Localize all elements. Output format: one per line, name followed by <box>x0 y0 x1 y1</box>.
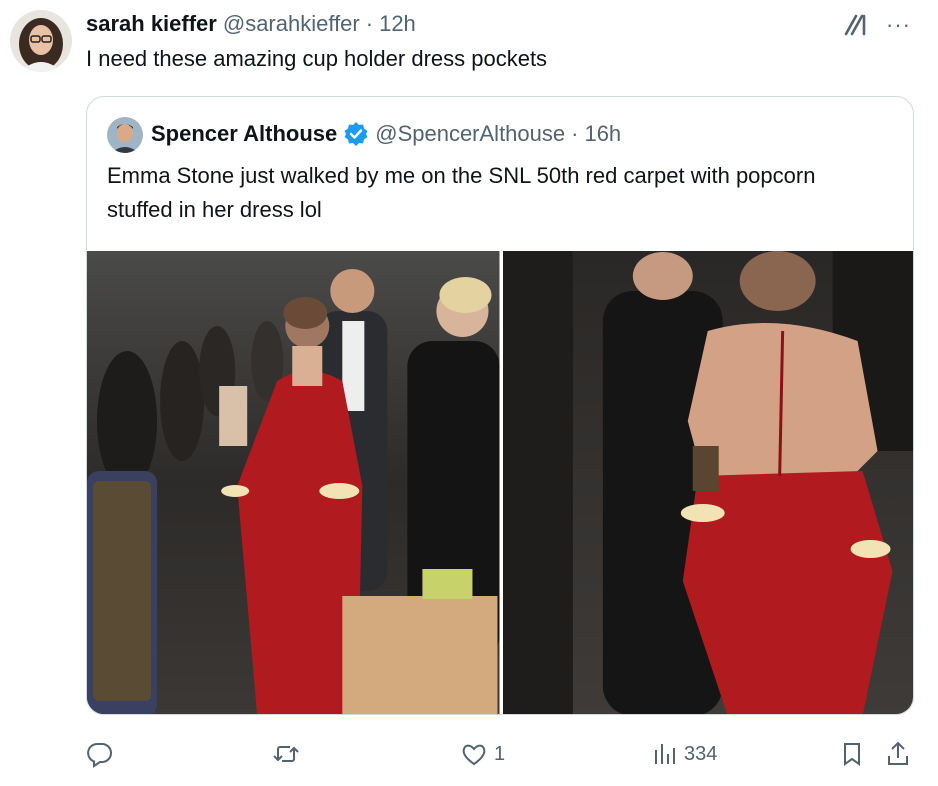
more-icon[interactable]: ··· <box>886 12 911 38</box>
quoted-author-handle[interactable]: @SpencerAlthouse <box>375 121 565 147</box>
tweet-text: I need these amazing cup holder dress po… <box>86 46 548 71</box>
quoted-tweet-text: Emma Stone just walked by me on the SNL … <box>107 163 816 222</box>
reply-button[interactable] <box>86 736 120 772</box>
verified-badge-icon <box>344 122 368 146</box>
photo-1[interactable] <box>87 251 500 714</box>
author-name[interactable]: sarah kieffer <box>86 11 217 37</box>
reply-icon <box>87 742 112 768</box>
like-count: 1 <box>494 742 506 765</box>
share-button[interactable] <box>884 736 912 772</box>
quoted-author-name[interactable]: Spencer Althouse <box>151 121 337 147</box>
bookmark-icon <box>844 743 860 766</box>
tweet-header: sarah kieffer @sarahkieffer · 12h <box>86 10 416 38</box>
action-bar: 1 334 <box>86 736 914 772</box>
photo-2[interactable] <box>502 251 913 714</box>
tweet-time[interactable]: 12h <box>379 11 416 37</box>
retweet-icon <box>273 746 299 762</box>
separator-dot: · <box>571 121 579 146</box>
author-avatar[interactable] <box>10 10 72 72</box>
bookmark-button[interactable] <box>838 736 866 772</box>
separator-dot: · <box>365 11 374 36</box>
view-count: 334 <box>684 742 718 765</box>
quoted-tweet-header: Spencer Althouse @SpencerAlthouse · 16h <box>151 119 621 149</box>
quoted-tweet-time[interactable]: 16h <box>584 121 621 147</box>
quoted-tweet[interactable]: Spencer Althouse @SpencerAlthouse · 16h … <box>86 96 914 715</box>
retweet-button[interactable] <box>272 736 306 772</box>
like-button[interactable]: 1 <box>460 736 505 772</box>
heart-icon <box>462 744 486 766</box>
views-icon <box>655 744 675 764</box>
quoted-author-avatar[interactable] <box>107 117 143 153</box>
share-icon <box>888 741 908 765</box>
views-button[interactable]: 334 <box>650 736 717 772</box>
grok-icon[interactable] <box>842 10 872 40</box>
media-grid <box>87 251 913 714</box>
author-handle[interactable]: @sarahkieffer <box>223 11 360 37</box>
